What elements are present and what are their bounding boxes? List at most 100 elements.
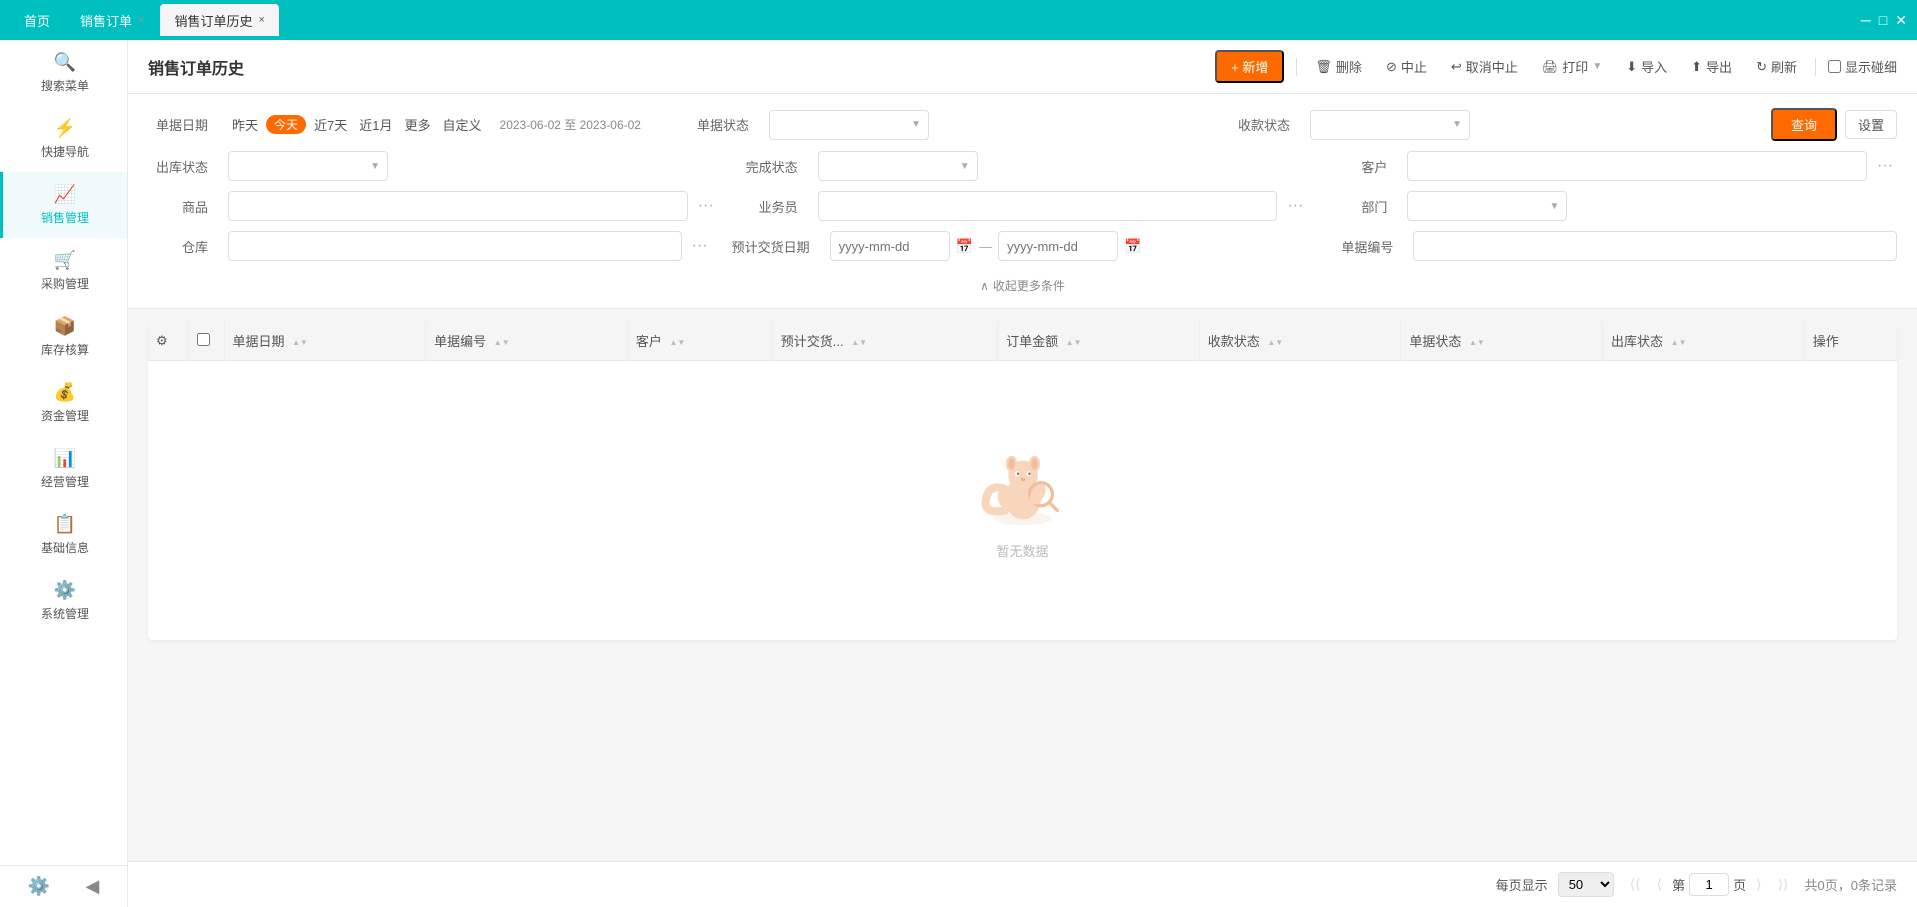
tab-sales-order-history-close[interactable]: × (258, 14, 264, 26)
sidebar-item-purchase-mgmt-label: 采购管理 (41, 275, 89, 292)
bill-status-select[interactable] (769, 110, 929, 140)
filter-row-2: 出库状态 ▼ 完成状态 ▼ (148, 151, 1897, 181)
salesperson-label: 业务员 (738, 197, 798, 216)
delete-button[interactable]: 🗑 删除 (1309, 53, 1368, 80)
empty-state: 暂无数据 (148, 361, 1897, 640)
sidebar-item-finance-label: 资金管理 (41, 407, 89, 424)
th-checkbox[interactable] (188, 321, 224, 361)
th-date-label: 单据日期 (233, 334, 285, 349)
th-warehouse-status[interactable]: 出库状态 ▲▼ (1603, 321, 1805, 361)
collapse-bar[interactable]: ∧ 收起更多条件 (148, 271, 1897, 294)
operations-icon: 📊 (54, 448, 76, 469)
refresh-button[interactable]: ↻ 刷新 (1750, 53, 1803, 80)
th-payment-status-sort-icon[interactable]: ▲▼ (1267, 339, 1283, 347)
th-date-sort-icon[interactable]: ▲▼ (292, 339, 308, 347)
delivery-date-start-input[interactable] (830, 231, 950, 261)
date-filter-value: 昨天 今天 近7天 近1月 更多 自定义 2023-06-02 至 2023-0… (228, 113, 669, 136)
th-delivery[interactable]: 预计交货... ▲▼ (772, 321, 997, 361)
sidebar-item-basic-info-label: 基础信息 (41, 539, 89, 556)
new-button[interactable]: + 新增 (1215, 50, 1284, 83)
bill-no-input[interactable] (1413, 231, 1897, 261)
tab-sales-order-close[interactable]: × (138, 14, 144, 26)
th-bill-status-sort-icon[interactable]: ▲▼ (1469, 339, 1485, 347)
salesperson-more-icon[interactable]: ··· (1283, 197, 1307, 215)
import-button[interactable]: ⬇ 导入 (1620, 53, 1673, 80)
th-delivery-sort-icon[interactable]: ▲▼ (851, 339, 867, 347)
tab-sales-order-history[interactable]: 销售订单历史 × (160, 4, 278, 36)
date-7days[interactable]: 近7天 (310, 113, 351, 136)
select-all-checkbox[interactable] (197, 333, 210, 346)
settings-filter-button[interactable]: 设置 (1845, 110, 1897, 139)
window-maximize-icon[interactable]: □ (1879, 12, 1887, 28)
settings-col-icon[interactable]: ⚙ (156, 333, 168, 348)
sidebar-item-inventory[interactable]: 📦 库存核算 (0, 304, 127, 370)
empty-illustration (973, 441, 1073, 531)
date-1month[interactable]: 近1月 (355, 113, 396, 136)
print-button[interactable]: 🖨 打印 ▼ (1536, 53, 1608, 80)
prev-page-button[interactable]: ⟨ (1651, 874, 1668, 895)
date-today[interactable]: 今天 (266, 115, 306, 134)
sidebar-item-purchase-mgmt[interactable]: 🛒 采购管理 (0, 238, 127, 304)
sidebar-item-search-menu[interactable]: 🔍 搜索菜单 (0, 40, 127, 106)
dept-select[interactable] (1407, 191, 1567, 221)
th-no-sort-icon[interactable]: ▲▼ (494, 339, 510, 347)
sidebar-item-finance[interactable]: 💰 资金管理 (0, 370, 127, 436)
sidebar-item-sales-mgmt[interactable]: 📈 销售管理 (0, 172, 127, 238)
payment-status-select[interactable] (1310, 110, 1470, 140)
th-settings[interactable]: ⚙ (148, 321, 188, 361)
collapse-sidebar-icon[interactable]: ◀ (85, 876, 99, 897)
sidebar-item-operations[interactable]: 📊 经营管理 (0, 436, 127, 502)
th-customer[interactable]: 客户 ▲▼ (627, 321, 772, 361)
th-warehouse-status-sort-icon[interactable]: ▲▼ (1671, 339, 1687, 347)
stop-button[interactable]: ⊘ 中止 (1380, 53, 1433, 80)
sidebar-item-quick-nav[interactable]: ⚡ 快捷导航 (0, 106, 127, 172)
display-cols-checkbox[interactable] (1828, 60, 1841, 73)
window-close-icon[interactable]: ✕ (1895, 12, 1907, 29)
warehouse-more-icon[interactable]: ··· (688, 237, 712, 255)
table-body: 暂无数据 (148, 361, 1897, 641)
top-bar-actions: ─ □ ✕ (1861, 12, 1907, 29)
date-more[interactable]: 更多 (401, 113, 435, 136)
th-bill-status[interactable]: 单据状态 ▲▼ (1401, 321, 1603, 361)
sidebar-item-system-mgmt[interactable]: ⚙️ 系统管理 (0, 568, 127, 634)
th-payment-status[interactable]: 收款状态 ▲▼ (1199, 321, 1401, 361)
warehouse-input[interactable] (228, 231, 682, 261)
main-layout: 🔍 搜索菜单 ⚡ 快捷导航 📈 销售管理 🛒 采购管理 📦 库存核算 💰 (0, 40, 1917, 907)
date-yesterday[interactable]: 昨天 (228, 113, 262, 136)
sidebar-item-basic-info[interactable]: 📋 基础信息 (0, 502, 127, 568)
th-date[interactable]: 单据日期 ▲▼ (224, 321, 426, 361)
per-page-select[interactable]: 10 20 50 100 (1558, 872, 1614, 897)
first-page-button[interactable]: ⟨⟨ (1624, 874, 1647, 895)
product-input[interactable] (228, 191, 688, 221)
th-amount-label: 订单金额 (1006, 334, 1058, 349)
delivery-date-start-cal-icon[interactable]: 📅 (956, 238, 973, 255)
bill-status-filter: ▼ (769, 110, 1210, 140)
next-page-button[interactable]: ⟩ (1750, 874, 1767, 895)
th-amount[interactable]: 订单金额 ▲▼ (998, 321, 1200, 361)
tab-home[interactable]: 首页 (10, 4, 64, 36)
warehouse-label: 仓库 (148, 237, 208, 256)
product-more-icon[interactable]: ··· (694, 197, 718, 215)
display-cols-toggle[interactable]: 显示碰细 (1828, 57, 1897, 76)
customer-more-icon[interactable]: ··· (1873, 157, 1897, 175)
export-button[interactable]: ⬆ 导出 (1685, 53, 1738, 80)
settings-icon[interactable]: ⚙️ (28, 876, 50, 897)
window-minimize-icon[interactable]: ─ (1861, 12, 1871, 28)
warehouse-status-select[interactable] (228, 151, 388, 181)
page-input[interactable] (1689, 873, 1729, 896)
query-button[interactable]: 查询 (1771, 108, 1837, 141)
delivery-date-end-cal-icon[interactable]: 📅 (1124, 238, 1141, 255)
tab-sales-order[interactable]: 销售订单 × (66, 4, 158, 36)
th-no[interactable]: 单据编号 ▲▼ (426, 321, 628, 361)
salesperson-input[interactable] (818, 191, 1278, 221)
cancel-stop-button[interactable]: ↩ 取消中止 (1445, 53, 1524, 80)
date-custom[interactable]: 自定义 (439, 113, 486, 136)
customer-input[interactable] (1407, 151, 1867, 181)
th-customer-sort-icon[interactable]: ▲▼ (669, 339, 685, 347)
bill-no-label: 单据编号 (1333, 237, 1393, 256)
th-amount-sort-icon[interactable]: ▲▼ (1066, 339, 1082, 347)
last-page-button[interactable]: ⟩⟩ (1772, 874, 1795, 895)
completion-status-select[interactable] (818, 151, 978, 181)
delivery-date-end-input[interactable] (998, 231, 1118, 261)
completion-status-label: 完成状态 (738, 157, 798, 176)
